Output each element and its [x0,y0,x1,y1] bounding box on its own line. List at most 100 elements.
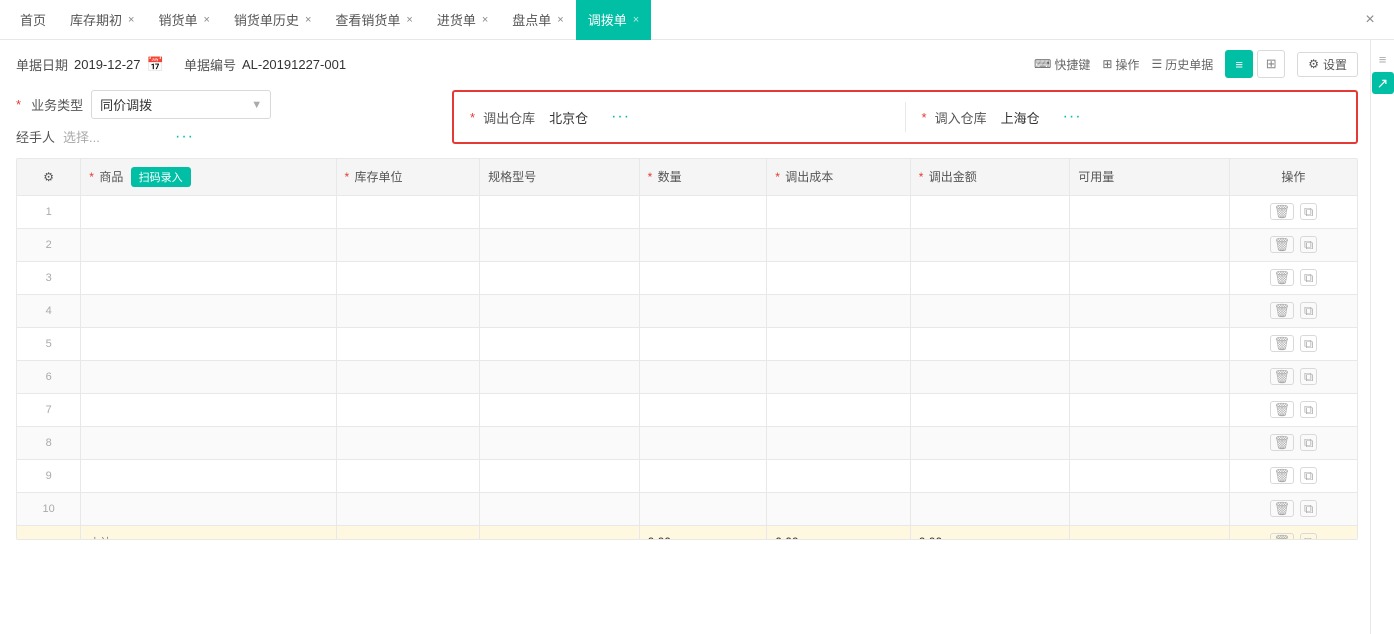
table-cell[interactable] [336,228,480,261]
copy-row-btn[interactable]: ⧉ [1300,467,1317,484]
table-cell[interactable] [1070,492,1230,525]
table-cell[interactable] [336,426,480,459]
table-cell[interactable] [910,228,1070,261]
table-cell[interactable] [480,228,640,261]
close-all-tabs[interactable]: × [1354,4,1386,36]
table-cell[interactable] [1070,195,1230,228]
scan-btn[interactable]: 扫码录入 [131,167,191,187]
table-cell[interactable] [639,294,767,327]
table-cell[interactable] [639,459,767,492]
list-view-btn[interactable]: ≡ [1225,50,1253,78]
table-cell[interactable] [480,294,640,327]
table-cell[interactable] [910,426,1070,459]
delete-row-btn[interactable]: 🗑 [1270,335,1295,352]
close-tab-transfer[interactable]: × [633,14,639,26]
table-cell[interactable] [767,294,911,327]
table-cell[interactable] [1070,228,1230,261]
tab-home[interactable]: 首页 [8,0,58,40]
card-view-btn[interactable]: ⊞ [1257,50,1285,78]
table-cell[interactable] [767,459,911,492]
table-cell[interactable] [336,459,480,492]
table-cell[interactable] [480,261,640,294]
tab-sales-history[interactable]: 销货单历史 × [222,0,323,40]
sidebar-export-icon[interactable]: ↗ [1372,72,1394,94]
delete-row-btn[interactable]: 🗑 [1270,467,1295,484]
table-cell[interactable] [767,492,911,525]
table-cell[interactable] [639,360,767,393]
close-tab-sales-order[interactable]: × [203,14,209,26]
ops-btn[interactable]: ⊞ 操作 [1102,56,1139,73]
close-tab-sales-history[interactable]: × [305,14,311,26]
table-cell[interactable] [1070,294,1230,327]
table-cell[interactable] [1070,360,1230,393]
table-cell[interactable] [910,195,1070,228]
table-cell[interactable] [81,393,336,426]
table-cell[interactable] [480,492,640,525]
table-cell[interactable] [81,360,336,393]
table-cell[interactable] [1070,261,1230,294]
table-cell[interactable] [480,525,640,539]
table-cell[interactable] [639,261,767,294]
table-cell[interactable] [1070,327,1230,360]
table-cell[interactable] [767,426,911,459]
delete-row-btn[interactable]: 🗑 [1270,401,1295,418]
person-more-btn[interactable]: ··· [171,128,198,146]
table-cell[interactable] [910,327,1070,360]
copy-row-btn[interactable]: ⧉ [1300,302,1317,319]
table-cell[interactable] [910,393,1070,426]
warehouse-out-more-btn[interactable]: ··· [607,108,634,126]
table-cell[interactable] [81,459,336,492]
table-cell[interactable] [639,195,767,228]
table-cell[interactable] [336,492,480,525]
th-gear[interactable]: ⚙ [17,159,81,195]
warehouse-in-more-btn[interactable]: ··· [1059,108,1086,126]
table-cell[interactable] [336,195,480,228]
table-cell[interactable] [336,261,480,294]
delete-row-btn[interactable]: 🗑 [1270,203,1295,220]
person-select[interactable]: 选择... [63,127,163,146]
copy-row-btn[interactable]: ⧉ [1300,335,1317,352]
table-cell[interactable] [81,261,336,294]
business-type-select[interactable]: 同价调拨 ▼ [91,90,271,119]
tab-purchase[interactable]: 进货单 × [425,0,500,40]
table-cell[interactable] [767,228,911,261]
table-cell[interactable] [767,360,911,393]
copy-row-btn[interactable]: ⧉ [1300,500,1317,517]
table-cell[interactable] [1070,459,1230,492]
close-tab-view-sales[interactable]: × [406,14,412,26]
delete-row-btn[interactable]: 🗑 [1270,368,1295,385]
close-tab-inventory-init[interactable]: × [128,14,134,26]
table-cell[interactable] [480,195,640,228]
shortcuts-btn[interactable]: ⌨ 快捷键 [1034,56,1090,73]
table-cell[interactable] [336,525,480,539]
table-cell[interactable] [767,261,911,294]
sidebar-list-icon[interactable]: ≡ [1372,48,1394,70]
delete-row-btn[interactable]: 🗑 [1270,500,1295,517]
table-cell[interactable] [480,393,640,426]
table-cell[interactable] [480,426,640,459]
table-cell[interactable] [1070,393,1230,426]
copy-row-btn[interactable]: ⧉ [1300,533,1317,539]
table-cell[interactable] [910,492,1070,525]
table-cell[interactable] [336,327,480,360]
table-cell[interactable] [639,393,767,426]
table-cell[interactable] [767,393,911,426]
table-cell[interactable] [910,459,1070,492]
table-cell[interactable] [336,294,480,327]
copy-row-btn[interactable]: ⧉ [1300,401,1317,418]
table-cell[interactable] [81,426,336,459]
table-cell[interactable] [910,261,1070,294]
table-cell[interactable] [480,459,640,492]
table-cell[interactable] [1070,525,1230,539]
history-btn[interactable]: ☰ 历史单据 [1151,56,1213,73]
tab-transfer[interactable]: 调拨单 × [576,0,651,40]
table-cell[interactable] [767,195,911,228]
table-cell[interactable] [480,360,640,393]
copy-row-btn[interactable]: ⧉ [1300,368,1317,385]
table-cell[interactable] [639,228,767,261]
table-cell[interactable] [639,327,767,360]
table-cell[interactable] [910,360,1070,393]
calendar-icon[interactable]: 📅 [147,56,164,73]
delete-row-btn[interactable]: 🗑 [1270,302,1295,319]
table-cell[interactable] [639,492,767,525]
